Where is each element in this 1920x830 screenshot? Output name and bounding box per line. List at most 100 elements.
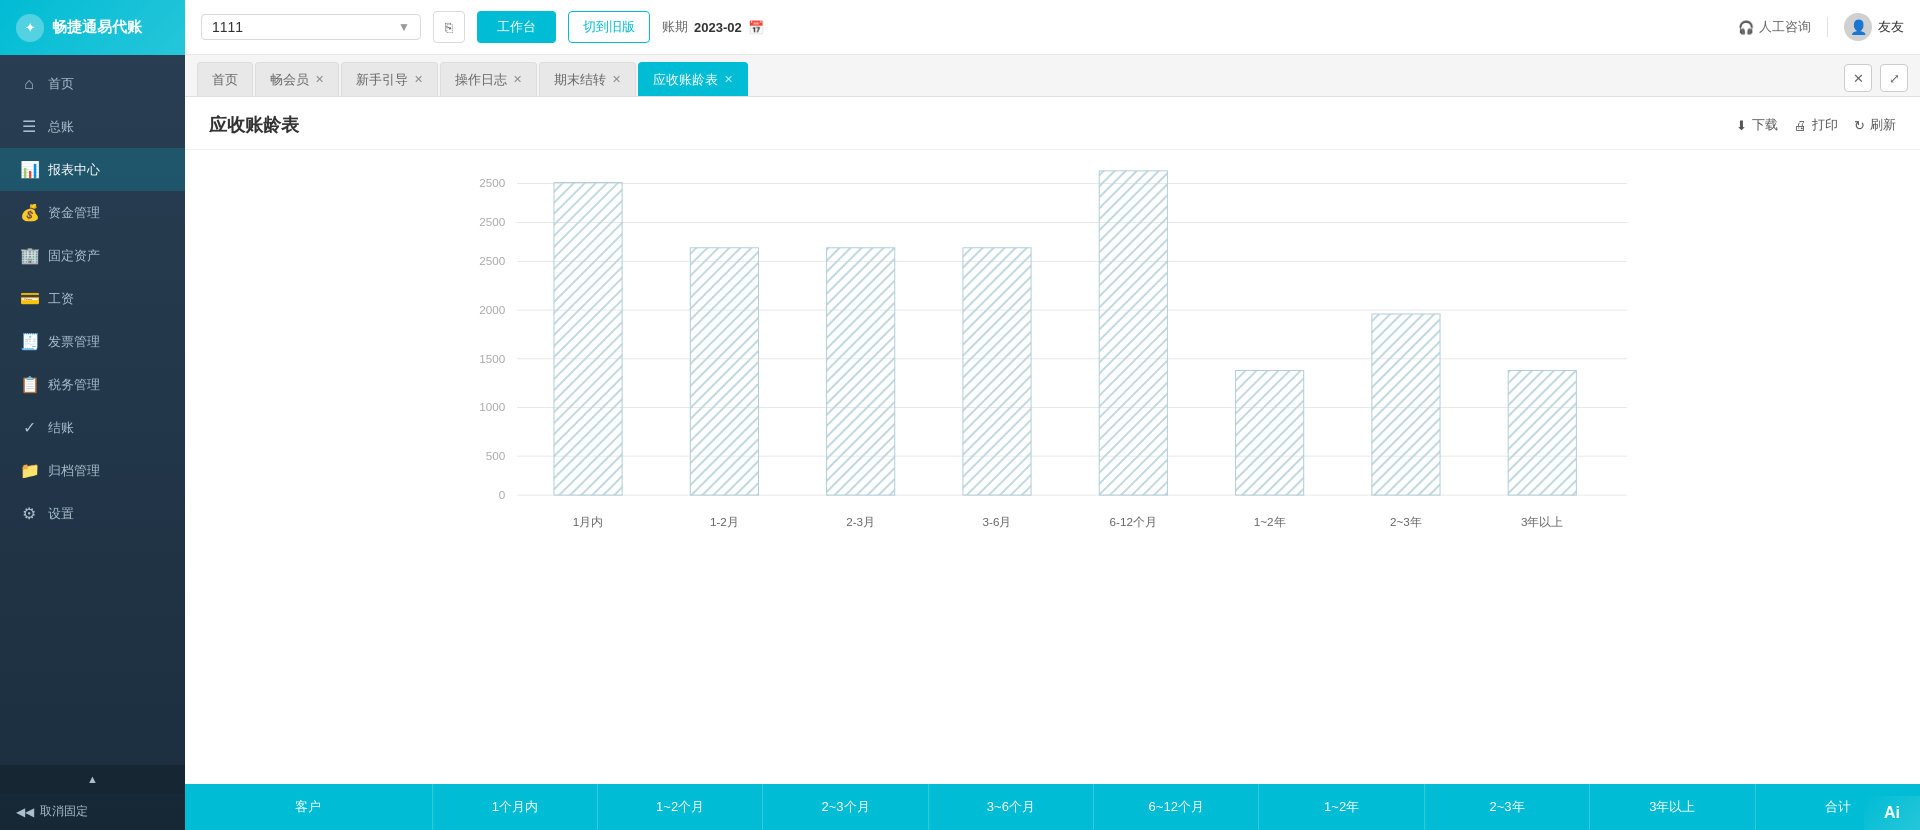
table-header-cell: 客户 [185,784,433,830]
sidebar-item-工资[interactable]: 💳 工资 [0,277,185,320]
nav-icon: 🧾 [20,332,38,351]
svg-rect-23 [963,248,1031,495]
svg-rect-17 [554,183,622,496]
sidebar-nav: ⌂ 首页 ☰ 总账 📊 报表中心 💰 资金管理 🏢 固定资产 💳 工资 🧾 发票… [0,55,185,765]
table-header-cell: 3年以上 [1590,784,1755,830]
tab-label: 首页 [212,71,238,89]
tab-close-icon[interactable]: ✕ [612,73,621,86]
tab-label: 新手引导 [356,71,408,89]
content-header: 应收账龄表 ⬇ 下载 🖨 打印 ↻ 刷新 [185,97,1920,150]
sidebar-logo: ✦ 畅捷通易代账 [0,0,185,55]
svg-rect-25 [1099,171,1167,495]
cancel-fixed-btn[interactable]: ◀◀ 取消固定 [0,793,185,830]
page-title: 应收账龄表 [209,113,299,137]
tab-close-icon[interactable]: ✕ [414,73,423,86]
svg-text:2-3月: 2-3月 [846,515,875,528]
tab-应收账龄表[interactable]: 应收账龄表✕ [638,62,748,96]
nav-label: 结账 [48,419,74,437]
refresh-icon: ↻ [1854,118,1865,133]
company-selector[interactable]: 1111 ▼ [201,14,421,40]
consult-button[interactable]: 🎧 人工咨询 [1738,18,1811,36]
nav-label: 发票管理 [48,333,100,351]
svg-rect-27 [1236,370,1304,495]
svg-text:2~3年: 2~3年 [1390,515,1422,528]
nav-icon: ⚙ [20,504,38,523]
tab-close-icon[interactable]: ✕ [513,73,522,86]
ai-badge[interactable]: Ai [1864,796,1920,830]
nav-label: 设置 [48,505,74,523]
table-header-cell: 1个月内 [433,784,598,830]
nav-icon: 📋 [20,375,38,394]
svg-text:500: 500 [486,449,506,462]
tab-label: 畅会员 [270,71,309,89]
calendar-icon[interactable]: 📅 [748,20,764,35]
user-label: 友友 [1878,18,1904,36]
nav-icon: 💳 [20,289,38,308]
sidebar-item-设置[interactable]: ⚙ 设置 [0,492,185,535]
tab-label: 操作日志 [455,71,507,89]
tab-label: 期末结转 [554,71,606,89]
nav-icon: ⌂ [20,75,38,93]
nav-icon: ✓ [20,418,38,437]
download-button[interactable]: ⬇ 下载 [1736,116,1778,134]
svg-text:2000: 2000 [479,303,505,316]
switch-version-button[interactable]: 切到旧版 [568,11,650,43]
svg-text:2500: 2500 [479,176,505,189]
table-header-cell: 1~2个月 [598,784,763,830]
svg-text:2500: 2500 [479,254,505,267]
download-icon: ⬇ [1736,118,1747,133]
consult-label: 人工咨询 [1759,18,1811,36]
tab-畅会员[interactable]: 畅会员 ✕ [255,62,339,96]
tab-期末结转[interactable]: 期末结转 ✕ [539,62,636,96]
close-tab-btn[interactable]: ✕ [1844,64,1872,92]
sidebar-item-报表中心[interactable]: 📊 报表中心 [0,148,185,191]
main-area: 1111 ▼ ⎘ 工作台 切到旧版 账期 2023-02 📅 🎧 人工咨询 👤 … [185,0,1920,830]
copy-btn[interactable]: ⎘ [433,11,465,43]
nav-label: 总账 [48,118,74,136]
period-value: 2023-02 [694,20,742,35]
sidebar-item-资金管理[interactable]: 💰 资金管理 [0,191,185,234]
divider [1827,17,1828,37]
nav-label: 归档管理 [48,462,100,480]
avatar: 👤 [1844,13,1872,41]
top-header: 1111 ▼ ⎘ 工作台 切到旧版 账期 2023-02 📅 🎧 人工咨询 👤 … [185,0,1920,55]
refresh-button[interactable]: ↻ 刷新 [1854,116,1896,134]
sidebar-item-发票管理[interactable]: 🧾 发票管理 [0,320,185,363]
nav-icon: 📊 [20,160,38,179]
app-name: 畅捷通易代账 [52,18,142,37]
print-icon: 🖨 [1794,118,1807,133]
svg-rect-19 [690,248,758,495]
nav-label: 首页 [48,75,74,93]
nav-icon: 🏢 [20,246,38,265]
sidebar-item-归档管理[interactable]: 📁 归档管理 [0,449,185,492]
expand-tab-btn[interactable]: ⤢ [1880,64,1908,92]
workbench-button[interactable]: 工作台 [477,11,556,43]
tab-操作日志[interactable]: 操作日志 ✕ [440,62,537,96]
svg-rect-29 [1372,314,1440,495]
sidebar: ✦ 畅捷通易代账 ⌂ 首页 ☰ 总账 📊 报表中心 💰 资金管理 🏢 固定资产 … [0,0,185,830]
svg-text:6-12个月: 6-12个月 [1110,515,1157,528]
scroll-up-btn[interactable]: ▲ [0,765,185,793]
print-button[interactable]: 🖨 打印 [1794,116,1838,134]
nav-label: 税务管理 [48,376,100,394]
tab-close-icon[interactable]: ✕ [315,73,324,86]
svg-rect-21 [827,248,895,495]
tabs-bar: 首页畅会员✕新手引导✕操作日志✕期末结转✕应收账龄表✕ ✕ ⤢ [185,55,1920,97]
svg-text:1~2年: 1~2年 [1254,515,1286,528]
svg-text:2500: 2500 [479,215,505,228]
sidebar-item-结账[interactable]: ✓ 结账 [0,406,185,449]
tab-新手引导[interactable]: 新手引导 ✕ [341,62,438,96]
nav-label: 固定资产 [48,247,100,265]
sidebar-item-总账[interactable]: ☰ 总账 [0,105,185,148]
svg-text:3年以上: 3年以上 [1521,515,1564,528]
nav-icon: ☰ [20,117,38,136]
table-header-cell: 2~3年 [1425,784,1590,830]
content-area: 应收账龄表 ⬇ 下载 🖨 打印 ↻ 刷新 2500 [185,97,1920,830]
sidebar-item-税务管理[interactable]: 📋 税务管理 [0,363,185,406]
sidebar-item-首页[interactable]: ⌂ 首页 [0,63,185,105]
sidebar-item-固定资产[interactable]: 🏢 固定资产 [0,234,185,277]
tab-close-icon[interactable]: ✕ [724,73,733,86]
tab-首页[interactable]: 首页 [197,62,253,96]
logo-icon: ✦ [16,14,44,42]
user-info[interactable]: 👤 友友 [1844,13,1904,41]
